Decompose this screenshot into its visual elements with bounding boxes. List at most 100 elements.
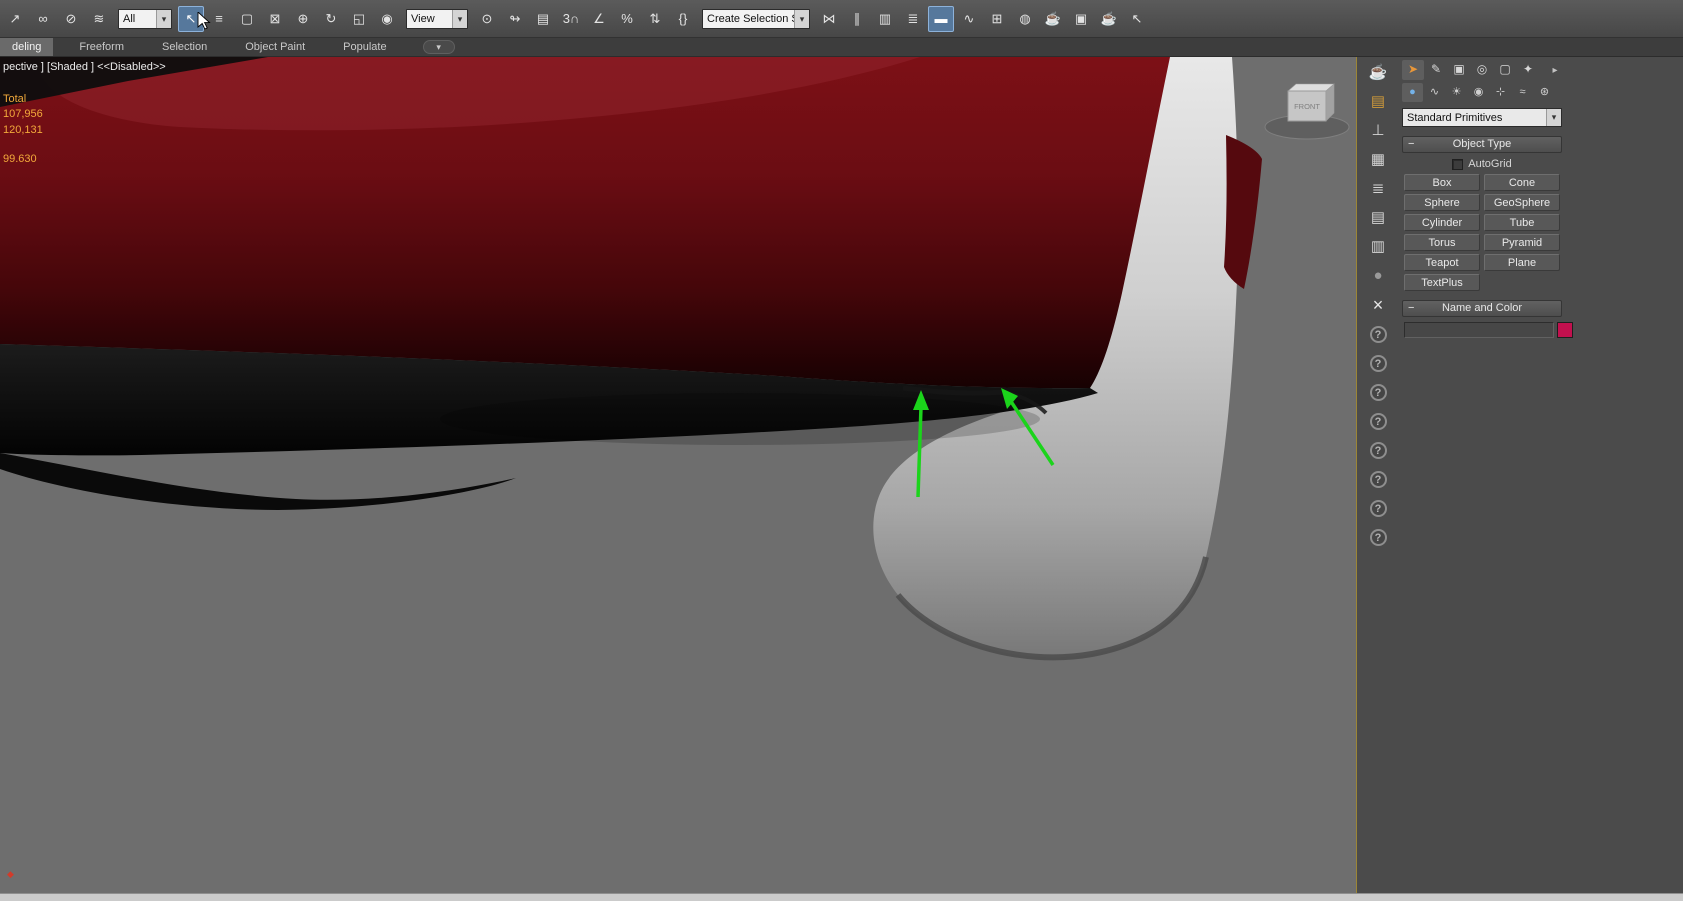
named-sets-icon[interactable]: {} — [670, 6, 696, 32]
name-color-header[interactable]: − Name and Color — [1402, 300, 1562, 317]
geometry-category-icon[interactable]: ● — [1402, 83, 1423, 102]
autogrid-row: AutoGrid — [1402, 158, 1562, 170]
plane-button[interactable]: Plane — [1484, 254, 1560, 271]
chevron-down-icon: ▾ — [156, 9, 171, 28]
cylinder-button[interactable]: Cylinder — [1404, 214, 1480, 231]
end-cursor-icon[interactable]: ↖ — [1124, 6, 1150, 32]
viewport[interactable]: FRONT pective ] [Shaded ] <<Disabled>> T… — [0, 57, 1357, 893]
tab-object-paint[interactable]: Object Paint — [233, 38, 317, 56]
subcategory-value: Standard Primitives — [1407, 111, 1503, 124]
status-bar-sliver — [0, 893, 1683, 901]
object-type-header[interactable]: − Object Type — [1402, 136, 1562, 153]
shapes-category-icon[interactable]: ∿ — [1424, 83, 1445, 102]
tab-populate[interactable]: Populate — [331, 38, 398, 56]
space-warps-category-icon[interactable]: ≈ — [1512, 83, 1533, 102]
align-icon[interactable]: ∥ — [844, 6, 870, 32]
question-icon[interactable]: ? — [1369, 500, 1387, 517]
percent-snap-icon[interactable]: % — [614, 6, 640, 32]
viewport-canvas[interactable]: FRONT — [0, 57, 1356, 893]
selection-filter-dropdown[interactable]: All ▾ — [118, 8, 172, 29]
select-and-move-icon[interactable]: ⊕ — [290, 6, 316, 32]
scene-explorer-icon[interactable]: ▥ — [872, 6, 898, 32]
render-setup-icon[interactable]: ☕ — [1040, 6, 1066, 32]
systems-category-icon[interactable]: ⊛ — [1534, 83, 1555, 102]
edge-arrow-icon[interactable]: ↗ — [2, 6, 28, 32]
cameras-category-icon[interactable]: ◉ — [1468, 83, 1489, 102]
modify-tab[interactable]: ✎ — [1425, 60, 1447, 80]
hierarchy-tab[interactable]: ▣ — [1448, 60, 1470, 80]
question-icon[interactable]: ? — [1369, 529, 1387, 546]
question-icon[interactable]: ? — [1369, 471, 1387, 488]
question-icon[interactable]: ? — [1369, 355, 1387, 372]
question-icon[interactable]: ? — [1369, 413, 1387, 430]
toggle-ribbon-icon[interactable]: ▬ — [928, 5, 954, 32]
mirror-icon[interactable]: ⋈ — [816, 6, 842, 32]
snaps-3d-icon[interactable]: 3∩ — [558, 6, 584, 32]
stripes-icon[interactable]: ▥ — [1364, 233, 1392, 262]
question-icon[interactable]: ? — [1369, 384, 1387, 401]
helpers-category-icon[interactable]: ⊹ — [1490, 83, 1511, 102]
sphere-button[interactable]: Sphere — [1404, 194, 1480, 211]
keyboard-override-icon[interactable]: ▤ — [530, 6, 556, 32]
named-selection-set-dropdown[interactable]: Create Selection Se ▾ — [702, 8, 810, 29]
ribbon-overflow-button[interactable]: ▾ — [422, 40, 455, 54]
select-and-link-icon[interactable]: ∞ — [30, 6, 56, 32]
reference-coordinate-dropdown[interactable]: View ▾ — [406, 8, 468, 29]
autogrid-checkbox[interactable] — [1452, 158, 1464, 170]
named-selection-set-value: Create Selection Se — [707, 12, 794, 25]
use-pivot-center-icon[interactable]: ⊙ — [474, 6, 500, 32]
tab-modeling[interactable]: deling — [0, 38, 54, 56]
pyramid-button[interactable]: Pyramid — [1484, 234, 1560, 251]
angle-snap-icon[interactable]: ∠ — [586, 6, 612, 32]
object-type-buttons: Box Cone Sphere GeoSphere Cylinder Tube … — [1402, 174, 1562, 291]
rectangular-selection-icon[interactable]: ▢ — [234, 6, 260, 32]
checker-icon[interactable]: ▦ — [1364, 146, 1392, 175]
tube-button[interactable]: Tube — [1484, 214, 1560, 231]
sphere-icon[interactable]: ● — [1364, 262, 1392, 291]
tab-freeform[interactable]: Freeform — [67, 38, 136, 56]
object-color-swatch[interactable] — [1557, 322, 1573, 338]
box-button[interactable]: Box — [1404, 174, 1480, 191]
rendered-frame-icon[interactable]: ▣ — [1068, 6, 1094, 32]
name-color-title: Name and Color — [1441, 302, 1523, 314]
utilities-tab[interactable]: ✦ — [1517, 60, 1539, 80]
question-icon[interactable]: ? — [1369, 442, 1387, 459]
curve-editor-icon[interactable]: ∿ — [956, 6, 982, 32]
window-crossing-icon[interactable]: ⊠ — [262, 6, 288, 32]
geosphere-button[interactable]: GeoSphere — [1484, 194, 1560, 211]
autogrid-label: AutoGrid — [1468, 158, 1512, 170]
lights-category-icon[interactable]: ☀ — [1446, 83, 1467, 102]
teapot-button[interactable]: Teapot — [1404, 254, 1480, 271]
panel-overflow-icon[interactable]: ▸ — [1548, 65, 1562, 76]
display-tab[interactable]: ▢ — [1494, 60, 1516, 80]
tab-selection[interactable]: Selection — [150, 38, 219, 56]
unlink-selection-icon[interactable]: ⊘ — [58, 6, 84, 32]
render-production-icon[interactable]: ☕ — [1096, 6, 1122, 32]
select-and-scale-icon[interactable]: ◱ — [346, 6, 372, 32]
torus-button[interactable]: Torus — [1404, 234, 1480, 251]
layer-explorer-icon[interactable]: ≣ — [900, 6, 926, 32]
box-icon[interactable]: ▤ — [1364, 204, 1392, 233]
spinner-snap-icon[interactable]: ⇅ — [642, 6, 668, 32]
object-name-field[interactable] — [1404, 322, 1554, 338]
create-tab[interactable]: ➤ — [1402, 60, 1424, 80]
close-icon[interactable]: × — [1364, 291, 1392, 320]
stats-fps: 99.630 — [3, 153, 37, 165]
viewport-label[interactable]: pective ] [Shaded ] <<Disabled>> — [3, 61, 166, 73]
teapot-icon[interactable]: ☕ — [1364, 59, 1392, 88]
subcategory-dropdown[interactable]: Standard Primitives ▾ — [1402, 108, 1562, 127]
material-editor-icon[interactable]: ◍ — [1012, 6, 1038, 32]
cone-button[interactable]: Cone — [1484, 174, 1560, 191]
bind-to-space-warp-icon[interactable]: ≋ — [86, 6, 112, 32]
select-and-place-icon[interactable]: ◉ — [374, 6, 400, 32]
layers-icon[interactable]: ≣ — [1364, 175, 1392, 204]
select-and-manipulate-icon[interactable]: ↬ — [502, 6, 528, 32]
schematic-view-icon[interactable]: ⊞ — [984, 6, 1010, 32]
right-region: ☕ ▤ ⊥ ▦ ≣ ▤ ▥ ● × ? ? ? ? ? ? ? ? ➤ ✎ ▣ … — [1358, 57, 1683, 893]
textplus-button[interactable]: TextPlus — [1404, 274, 1480, 291]
motion-tab[interactable]: ◎ — [1471, 60, 1493, 80]
question-icon[interactable]: ? — [1369, 326, 1387, 343]
pin-icon[interactable]: ⊥ — [1364, 117, 1392, 146]
select-and-rotate-icon[interactable]: ↻ — [318, 6, 344, 32]
folder-icon[interactable]: ▤ — [1364, 88, 1392, 117]
